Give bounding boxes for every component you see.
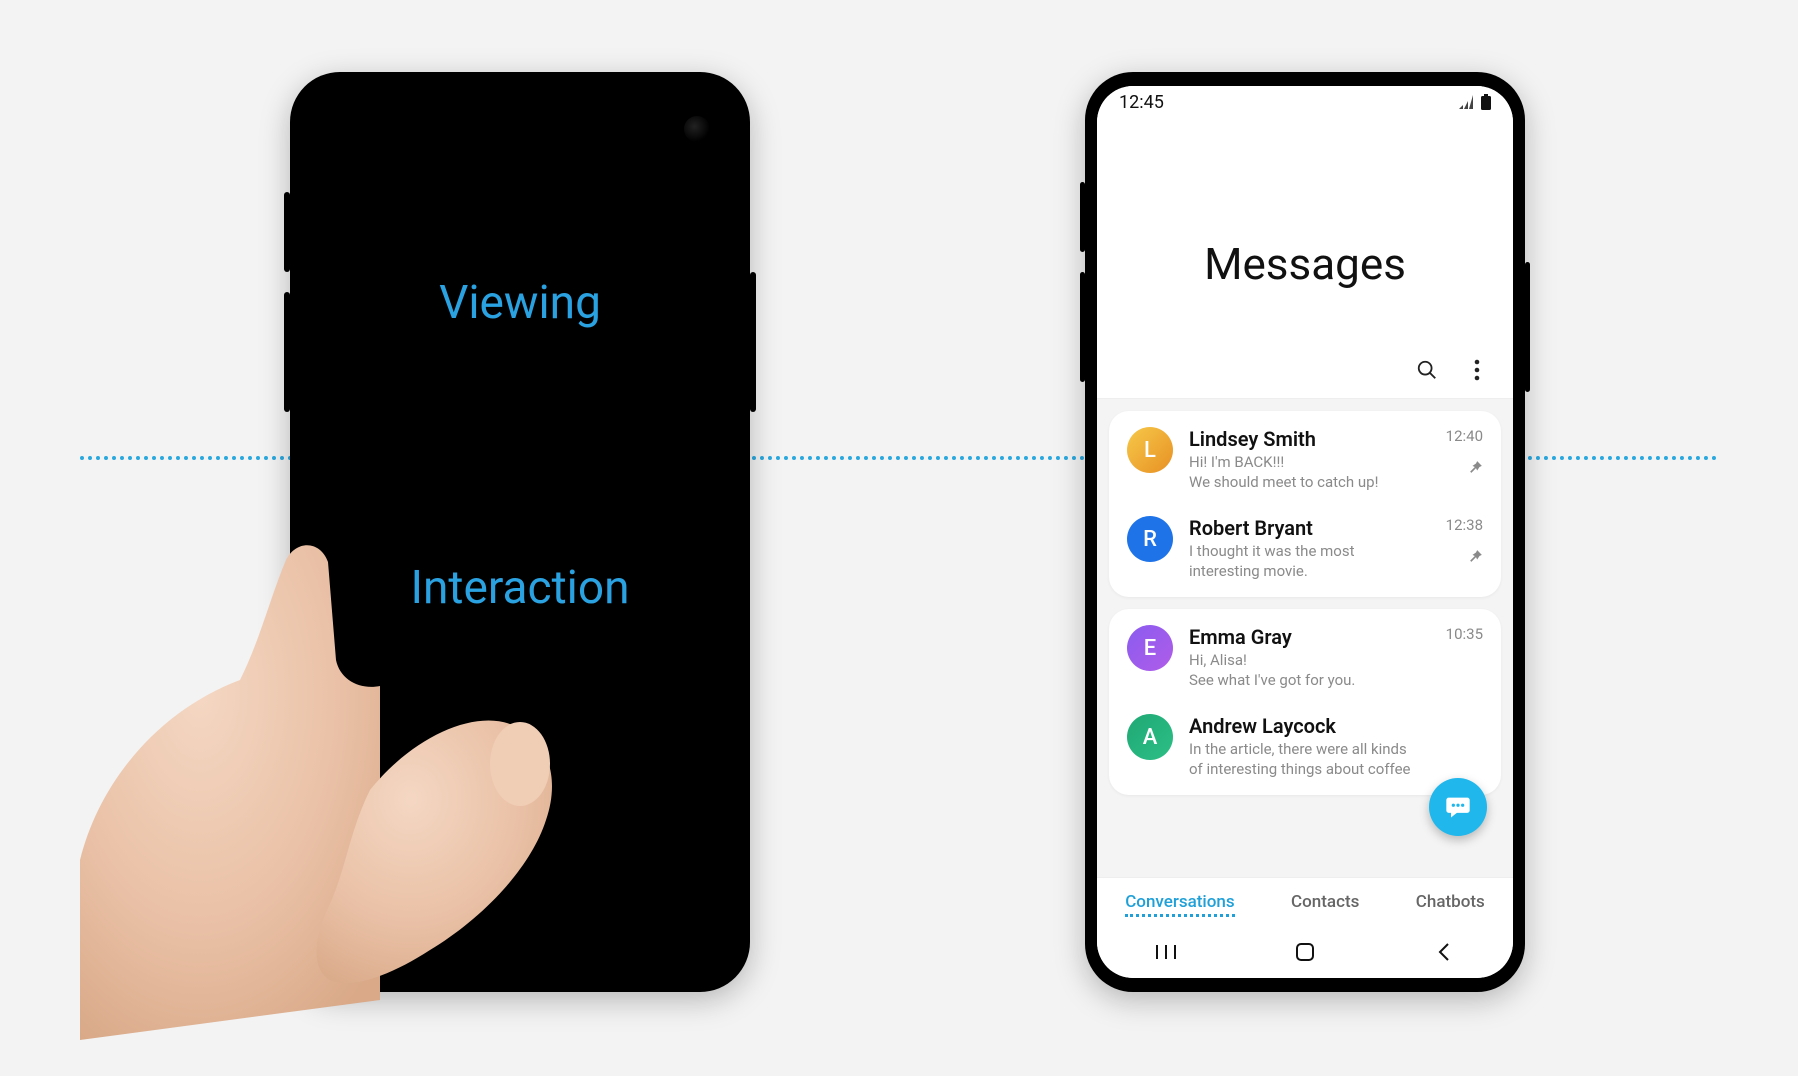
home-button[interactable] (1275, 942, 1335, 962)
conversation-name: Robert Bryant (1189, 516, 1423, 540)
power-button (1525, 262, 1530, 392)
conversation-row[interactable]: E Emma Gray Hi, Alisa!See what I've got … (1109, 613, 1501, 702)
volume-down-button (284, 292, 290, 412)
avatar: L (1127, 427, 1173, 473)
interaction-zone-label: Interaction (300, 561, 740, 615)
conversation-time: 12:40 (1446, 427, 1483, 445)
conversation-name: Andrew Laycock (1189, 714, 1423, 738)
volume-down-button (1080, 272, 1085, 382)
tab-contacts[interactable]: Contacts (1291, 892, 1359, 912)
conversation-preview: In the article, there were all kinds of … (1189, 740, 1423, 779)
bottom-tabs: Conversations Contacts Chatbots (1097, 877, 1513, 926)
tab-conversations[interactable]: Conversations (1125, 892, 1234, 912)
phone-left-frame: Viewing Interaction (290, 72, 750, 992)
recents-button[interactable] (1136, 943, 1196, 961)
conversation-preview: I thought it was the most interesting mo… (1189, 542, 1423, 581)
conversation-preview: Hi, Alisa!See what I've got for you. (1189, 651, 1423, 690)
volume-up-button (284, 192, 290, 272)
conversation-time: 10:35 (1446, 625, 1483, 643)
power-button (750, 272, 756, 412)
camera-hole-icon (684, 116, 710, 142)
conversation-row[interactable]: A Andrew Laycock In the article, there w… (1109, 702, 1501, 791)
more-icon[interactable] (1465, 358, 1489, 382)
status-bar: 12:45 (1097, 86, 1513, 118)
viewing-zone-label: Viewing (300, 276, 740, 330)
toolbar (1097, 350, 1513, 399)
conversation-row[interactable]: R Robert Bryant I thought it was the mos… (1109, 504, 1501, 593)
chat-icon (1444, 793, 1472, 821)
app-title: Messages (1097, 118, 1513, 350)
conversation-row[interactable]: L Lindsey Smith Hi! I'm BACK!!!We should… (1109, 415, 1501, 504)
battery-icon (1481, 94, 1491, 110)
signal-icon (1459, 95, 1475, 109)
phone-left-screen: Viewing Interaction (300, 86, 740, 978)
conversation-name: Emma Gray (1189, 625, 1423, 649)
conversation-name: Lindsey Smith (1189, 427, 1423, 451)
android-navbar (1097, 926, 1513, 978)
search-icon[interactable] (1415, 358, 1439, 382)
conversation-time: 12:38 (1446, 516, 1483, 534)
conversation-preview: Hi! I'm BACK!!!We should meet to catch u… (1189, 453, 1423, 492)
compose-fab[interactable] (1429, 778, 1487, 836)
pin-icon (1469, 459, 1483, 478)
phone-right-screen: 12:45 Messages L Lindse (1097, 86, 1513, 978)
back-button[interactable] (1414, 942, 1474, 962)
tab-chatbots[interactable]: Chatbots (1416, 892, 1485, 912)
status-time: 12:45 (1119, 92, 1164, 113)
pin-icon (1469, 548, 1483, 567)
conversations-card: E Emma Gray Hi, Alisa!See what I've got … (1109, 609, 1501, 795)
status-icons (1459, 94, 1491, 110)
avatar: A (1127, 714, 1173, 760)
pinned-conversations-card: L Lindsey Smith Hi! I'm BACK!!!We should… (1109, 411, 1501, 597)
avatar: R (1127, 516, 1173, 562)
volume-up-button (1080, 182, 1085, 252)
avatar: E (1127, 625, 1173, 671)
phone-right-frame: 12:45 Messages L Lindse (1085, 72, 1525, 992)
